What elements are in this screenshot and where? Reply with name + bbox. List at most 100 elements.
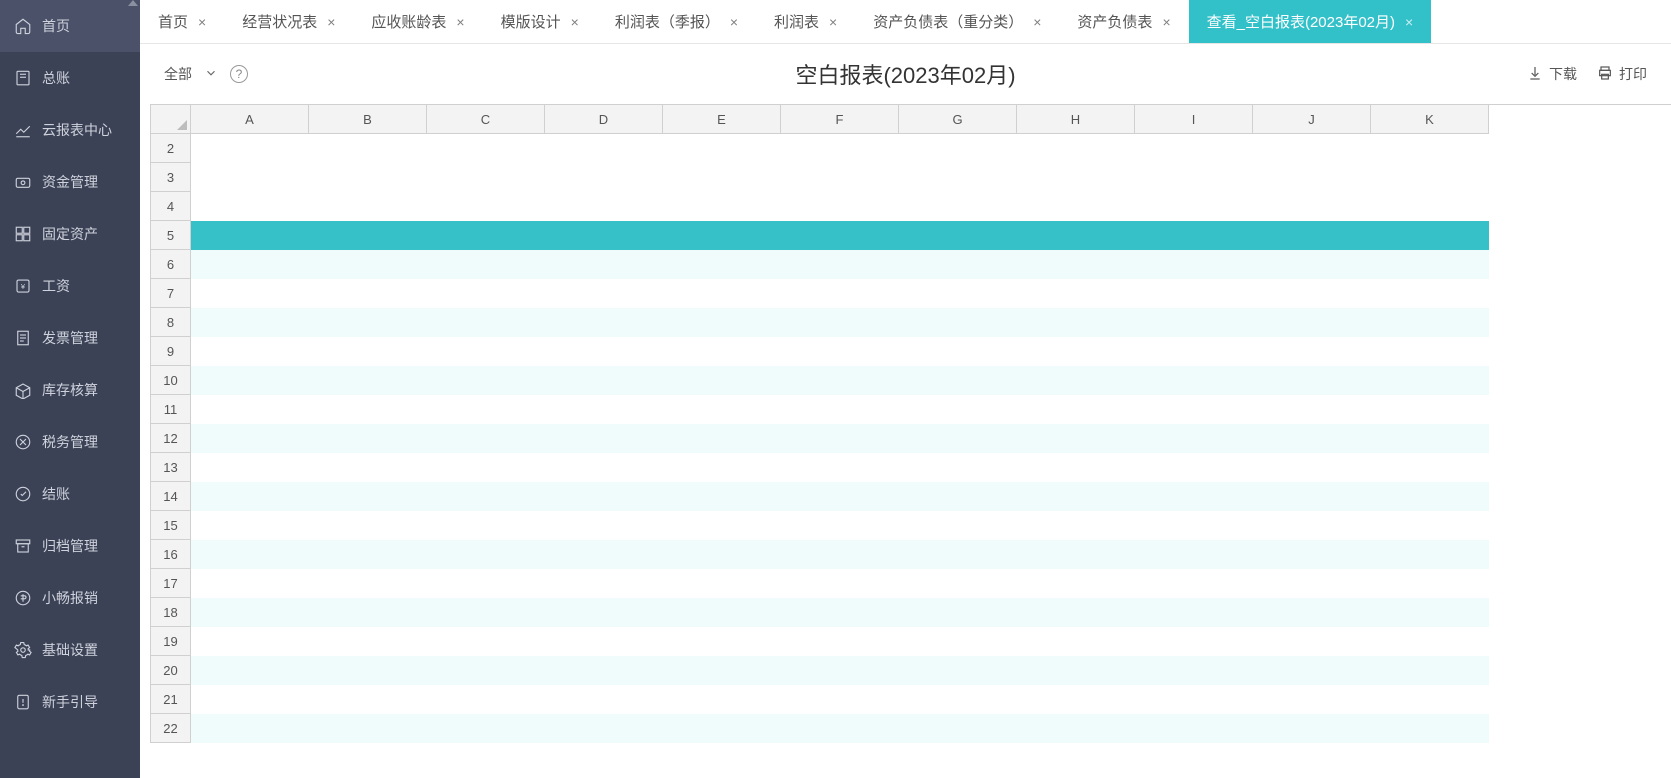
row-header[interactable]: 12 <box>151 424 191 453</box>
tab-4[interactable]: 利润表（季报）× <box>597 0 756 43</box>
cell[interactable] <box>781 250 899 279</box>
cell[interactable] <box>899 366 1017 395</box>
cell[interactable] <box>1371 482 1489 511</box>
cell[interactable] <box>781 540 899 569</box>
cell[interactable] <box>1253 366 1371 395</box>
cell[interactable] <box>1135 453 1253 482</box>
cell[interactable] <box>1135 598 1253 627</box>
cell[interactable] <box>663 279 781 308</box>
cell[interactable] <box>427 714 545 743</box>
cell[interactable] <box>663 482 781 511</box>
column-header[interactable]: G <box>899 105 1017 134</box>
cell[interactable] <box>1135 395 1253 424</box>
cell[interactable] <box>1017 163 1135 192</box>
cell[interactable] <box>191 308 309 337</box>
cell[interactable] <box>1371 627 1489 656</box>
close-icon[interactable]: × <box>571 14 579 30</box>
cell[interactable] <box>545 192 663 221</box>
cell[interactable] <box>1017 366 1135 395</box>
column-header[interactable]: F <box>781 105 899 134</box>
cell[interactable] <box>1253 250 1371 279</box>
cell[interactable] <box>427 366 545 395</box>
row-header[interactable]: 18 <box>151 598 191 627</box>
cell[interactable] <box>899 424 1017 453</box>
cell[interactable] <box>1017 395 1135 424</box>
cell[interactable] <box>427 511 545 540</box>
cell[interactable] <box>309 134 427 163</box>
cell[interactable] <box>1371 163 1489 192</box>
tab-7[interactable]: 资产负债表× <box>1059 0 1188 43</box>
sidebar-item-close-period[interactable]: 结账 <box>0 468 140 520</box>
cell[interactable] <box>781 337 899 366</box>
cell[interactable] <box>191 337 309 366</box>
cell[interactable] <box>899 714 1017 743</box>
cell[interactable] <box>899 453 1017 482</box>
help-icon[interactable]: ? <box>230 65 248 83</box>
cell[interactable] <box>1253 627 1371 656</box>
cell[interactable] <box>1017 482 1135 511</box>
row-header[interactable]: 4 <box>151 192 191 221</box>
cell[interactable] <box>1017 279 1135 308</box>
cell[interactable] <box>781 221 899 250</box>
cell[interactable] <box>1371 656 1489 685</box>
cell[interactable] <box>1253 511 1371 540</box>
cell[interactable] <box>1017 569 1135 598</box>
cell[interactable] <box>191 627 309 656</box>
cell[interactable] <box>309 656 427 685</box>
cell[interactable] <box>1371 424 1489 453</box>
row-header[interactable]: 19 <box>151 627 191 656</box>
cell[interactable] <box>309 250 427 279</box>
cell[interactable] <box>427 192 545 221</box>
cell[interactable] <box>1253 279 1371 308</box>
cell[interactable] <box>781 424 899 453</box>
cell[interactable] <box>781 279 899 308</box>
cell[interactable] <box>545 221 663 250</box>
row-header[interactable]: 7 <box>151 279 191 308</box>
row-header[interactable]: 22 <box>151 714 191 743</box>
close-icon[interactable]: × <box>730 14 738 30</box>
cell[interactable] <box>1135 569 1253 598</box>
cell[interactable] <box>545 627 663 656</box>
cell[interactable] <box>663 192 781 221</box>
cell[interactable] <box>545 569 663 598</box>
cell[interactable] <box>1253 424 1371 453</box>
cell[interactable] <box>309 424 427 453</box>
cell[interactable] <box>663 337 781 366</box>
cell[interactable] <box>191 685 309 714</box>
cell[interactable] <box>781 453 899 482</box>
cell[interactable] <box>1017 424 1135 453</box>
cell[interactable] <box>899 598 1017 627</box>
cell[interactable] <box>427 134 545 163</box>
cell[interactable] <box>1135 714 1253 743</box>
cell[interactable] <box>1017 221 1135 250</box>
cell[interactable] <box>545 279 663 308</box>
row-header[interactable]: 11 <box>151 395 191 424</box>
cell[interactable] <box>1371 395 1489 424</box>
sidebar-item-expense[interactable]: 小畅报销 <box>0 572 140 624</box>
cell[interactable] <box>1253 569 1371 598</box>
row-header[interactable]: 3 <box>151 163 191 192</box>
cell[interactable] <box>1017 134 1135 163</box>
cell[interactable] <box>781 656 899 685</box>
cell[interactable] <box>1253 714 1371 743</box>
cell[interactable] <box>1017 540 1135 569</box>
cell[interactable] <box>1017 250 1135 279</box>
cell[interactable] <box>1253 221 1371 250</box>
cell[interactable] <box>309 540 427 569</box>
cell[interactable] <box>1135 134 1253 163</box>
cell[interactable] <box>899 279 1017 308</box>
cell[interactable] <box>1371 134 1489 163</box>
cell[interactable] <box>1253 453 1371 482</box>
cell[interactable] <box>1253 482 1371 511</box>
sidebar-item-assets[interactable]: 固定资产 <box>0 208 140 260</box>
cell[interactable] <box>781 511 899 540</box>
close-icon[interactable]: × <box>829 14 837 30</box>
cell[interactable] <box>1253 395 1371 424</box>
cell[interactable] <box>191 714 309 743</box>
row-header[interactable]: 2 <box>151 134 191 163</box>
cell[interactable] <box>1253 685 1371 714</box>
cell[interactable] <box>427 627 545 656</box>
row-header[interactable]: 14 <box>151 482 191 511</box>
cell[interactable] <box>1135 482 1253 511</box>
sidebar-item-salary[interactable]: ¥工资 <box>0 260 140 312</box>
